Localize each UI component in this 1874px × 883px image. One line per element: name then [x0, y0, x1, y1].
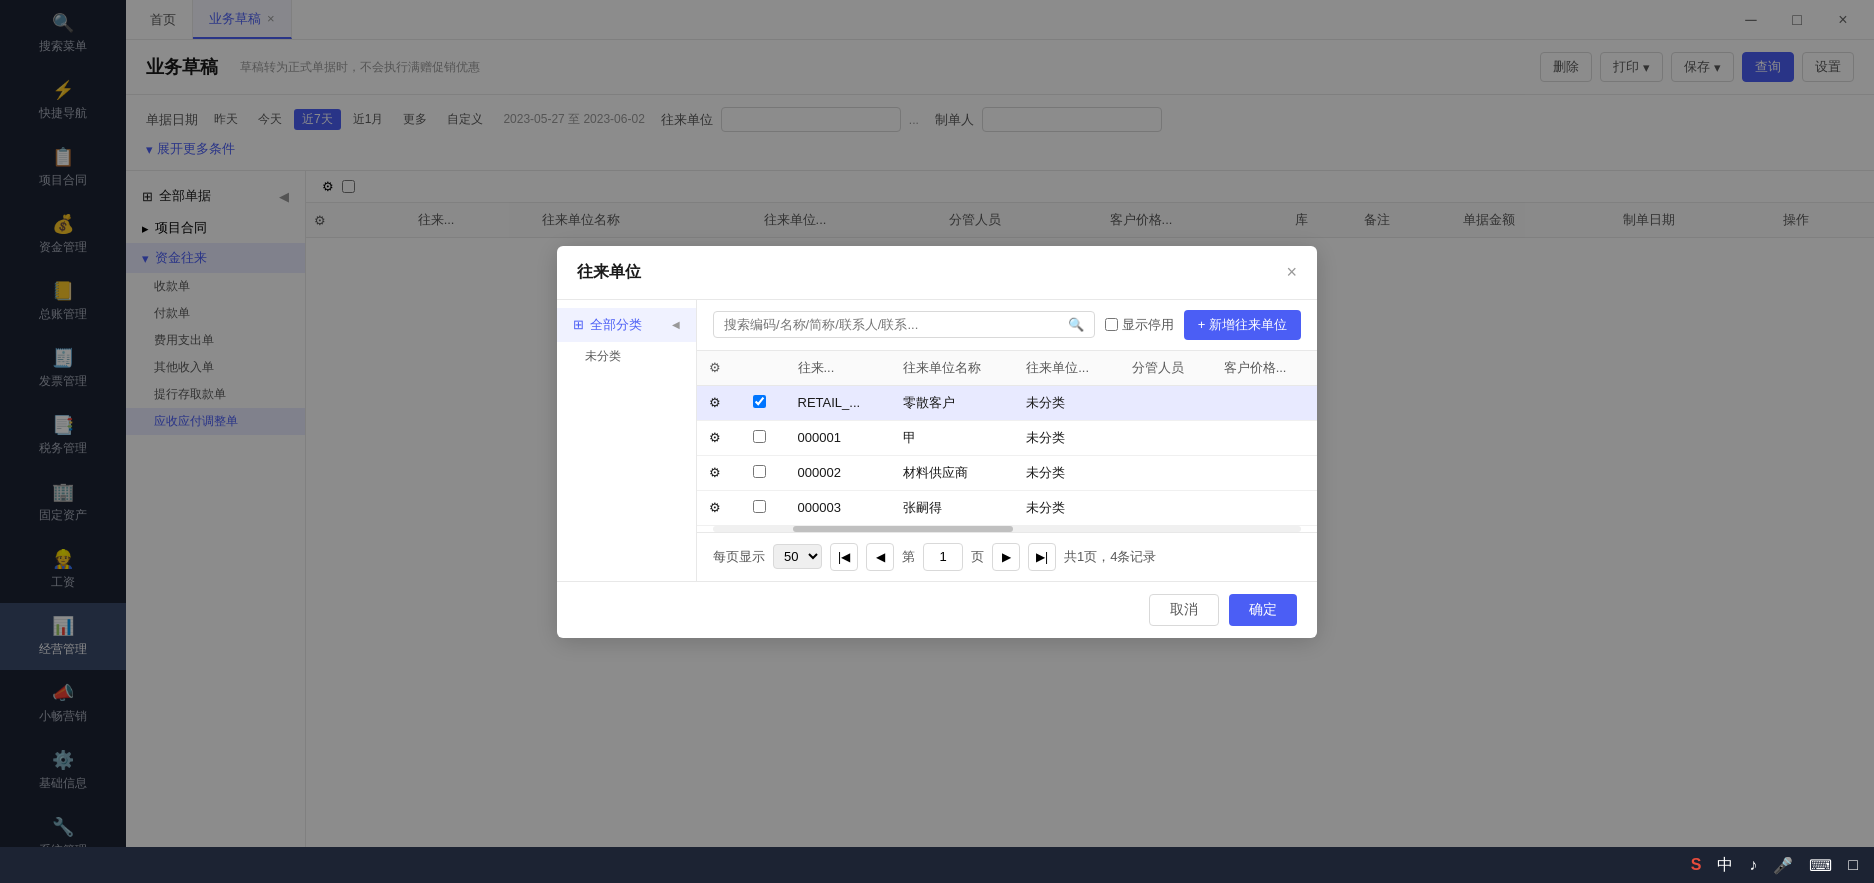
- next-page-button[interactable]: ▶: [992, 543, 1020, 571]
- row-settings: ⚙: [697, 420, 741, 455]
- row-price: [1212, 455, 1317, 490]
- modal-close-button[interactable]: ×: [1286, 262, 1297, 283]
- per-page-select[interactable]: 50: [773, 544, 822, 569]
- row-category: 未分类: [1014, 455, 1119, 490]
- row-manager: [1120, 420, 1212, 455]
- modal-sidebar-uncategorized[interactable]: 未分类: [557, 342, 696, 371]
- partner-modal: 往来单位 × ⊞ 全部分类 ◀ 未分类 🔍: [557, 246, 1317, 638]
- modal-toolbar: 🔍 显示停用 + 新增往来单位: [697, 300, 1317, 351]
- modal-scrollbar-thumb[interactable]: [793, 526, 1013, 532]
- row-name: 甲: [891, 420, 1015, 455]
- show-disabled-checkbox[interactable]: [1105, 318, 1118, 331]
- confirm-button[interactable]: 确定: [1229, 594, 1297, 626]
- row-category: 未分类: [1014, 385, 1119, 420]
- row-code: 000003: [786, 490, 891, 525]
- bottom-bar: S 中 ♪ 🎤 ⌨ □: [0, 847, 1874, 883]
- total-label: 共1页，4条记录: [1064, 548, 1156, 566]
- cancel-button[interactable]: 取消: [1149, 594, 1219, 626]
- modal-table: ⚙ 往来... 往来单位名称 往来单位... 分管人员 客户价格...: [697, 351, 1317, 526]
- search-box: 🔍: [713, 311, 1095, 338]
- row-code: 000001: [786, 420, 891, 455]
- modal-body: ⊞ 全部分类 ◀ 未分类 🔍 显示停用: [557, 300, 1317, 581]
- modal-th-price: 客户价格...: [1212, 351, 1317, 386]
- row-name: 零散客户: [891, 385, 1015, 420]
- modal-table-head: ⚙ 往来... 往来单位名称 往来单位... 分管人员 客户价格...: [697, 351, 1317, 386]
- mic-icon[interactable]: 🎤: [1769, 852, 1797, 879]
- row-check-4[interactable]: [753, 500, 766, 513]
- row-settings: ⚙: [697, 385, 741, 420]
- row-price: [1212, 490, 1317, 525]
- grid-icon-modal: ⊞: [573, 317, 584, 332]
- partner-search-input[interactable]: [724, 317, 1062, 332]
- row-check-2[interactable]: [753, 430, 766, 443]
- row-category: 未分类: [1014, 420, 1119, 455]
- per-page-label: 每页显示: [713, 548, 765, 566]
- modal-overlay: 往来单位 × ⊞ 全部分类 ◀ 未分类 🔍: [0, 0, 1874, 883]
- modal-th-check: [741, 351, 786, 386]
- row-manager: [1120, 490, 1212, 525]
- modal-footer: 取消 确定: [557, 581, 1317, 638]
- modal-pagination: 每页显示 50 |◀ ◀ 第 页 ▶ ▶| 共1页，4条记录: [697, 532, 1317, 581]
- window-icon[interactable]: □: [1844, 852, 1862, 878]
- row-check-1[interactable]: [753, 395, 766, 408]
- row-manager: [1120, 385, 1212, 420]
- lang-icon[interactable]: 中: [1713, 851, 1737, 880]
- modal-th-manager: 分管人员: [1120, 351, 1212, 386]
- modal-scrollbar[interactable]: [713, 526, 1301, 532]
- row-code: RETAIL_...: [786, 385, 891, 420]
- table-row[interactable]: ⚙ RETAIL_... 零散客户 未分类: [697, 385, 1317, 420]
- modal-table-wrapper: ⚙ 往来... 往来单位名称 往来单位... 分管人员 客户价格...: [697, 351, 1317, 526]
- search-icon: 🔍: [1068, 317, 1084, 332]
- modal-sidebar: ⊞ 全部分类 ◀ 未分类: [557, 300, 697, 581]
- page-number-input[interactable]: [923, 543, 963, 571]
- modal-content: 🔍 显示停用 + 新增往来单位 ⚙: [697, 300, 1317, 581]
- brand-logo: S: [1691, 856, 1702, 874]
- row-checkbox: [741, 455, 786, 490]
- row-name: 材料供应商: [891, 455, 1015, 490]
- first-page-button[interactable]: |◀: [830, 543, 858, 571]
- modal-th-category: 往来单位...: [1014, 351, 1119, 386]
- row-checkbox: [741, 420, 786, 455]
- page-label-ye: 页: [971, 548, 984, 566]
- row-name: 张嗣得: [891, 490, 1015, 525]
- row-checkbox: [741, 385, 786, 420]
- table-row[interactable]: ⚙ 000002 材料供应商 未分类: [697, 455, 1317, 490]
- row-code: 000002: [786, 455, 891, 490]
- modal-th-settings: ⚙: [697, 351, 741, 386]
- show-disabled-toggle[interactable]: 显示停用: [1105, 316, 1174, 334]
- row-category: 未分类: [1014, 490, 1119, 525]
- modal-header: 往来单位 ×: [557, 246, 1317, 300]
- row-check-3[interactable]: [753, 465, 766, 478]
- table-row[interactable]: ⚙ 000001 甲 未分类: [697, 420, 1317, 455]
- row-manager: [1120, 455, 1212, 490]
- keyboard-icon[interactable]: ⌨: [1805, 852, 1836, 879]
- prev-page-button[interactable]: ◀: [866, 543, 894, 571]
- row-settings: ⚙: [697, 455, 741, 490]
- modal-sidebar-collapse[interactable]: ◀: [672, 319, 680, 330]
- last-page-button[interactable]: ▶|: [1028, 543, 1056, 571]
- modal-th-code: 往来...: [786, 351, 891, 386]
- row-settings: ⚙: [697, 490, 741, 525]
- row-checkbox: [741, 490, 786, 525]
- add-partner-button[interactable]: + 新增往来单位: [1184, 310, 1301, 340]
- modal-title: 往来单位: [577, 262, 641, 283]
- row-price: [1212, 385, 1317, 420]
- page-label-di: 第: [902, 548, 915, 566]
- table-row[interactable]: ⚙ 000003 张嗣得 未分类: [697, 490, 1317, 525]
- modal-sidebar-all[interactable]: ⊞ 全部分类 ◀: [557, 308, 696, 342]
- modal-th-name: 往来单位名称: [891, 351, 1015, 386]
- row-price: [1212, 420, 1317, 455]
- music-icon[interactable]: ♪: [1745, 852, 1761, 878]
- modal-table-body: ⚙ RETAIL_... 零散客户 未分类 ⚙: [697, 385, 1317, 525]
